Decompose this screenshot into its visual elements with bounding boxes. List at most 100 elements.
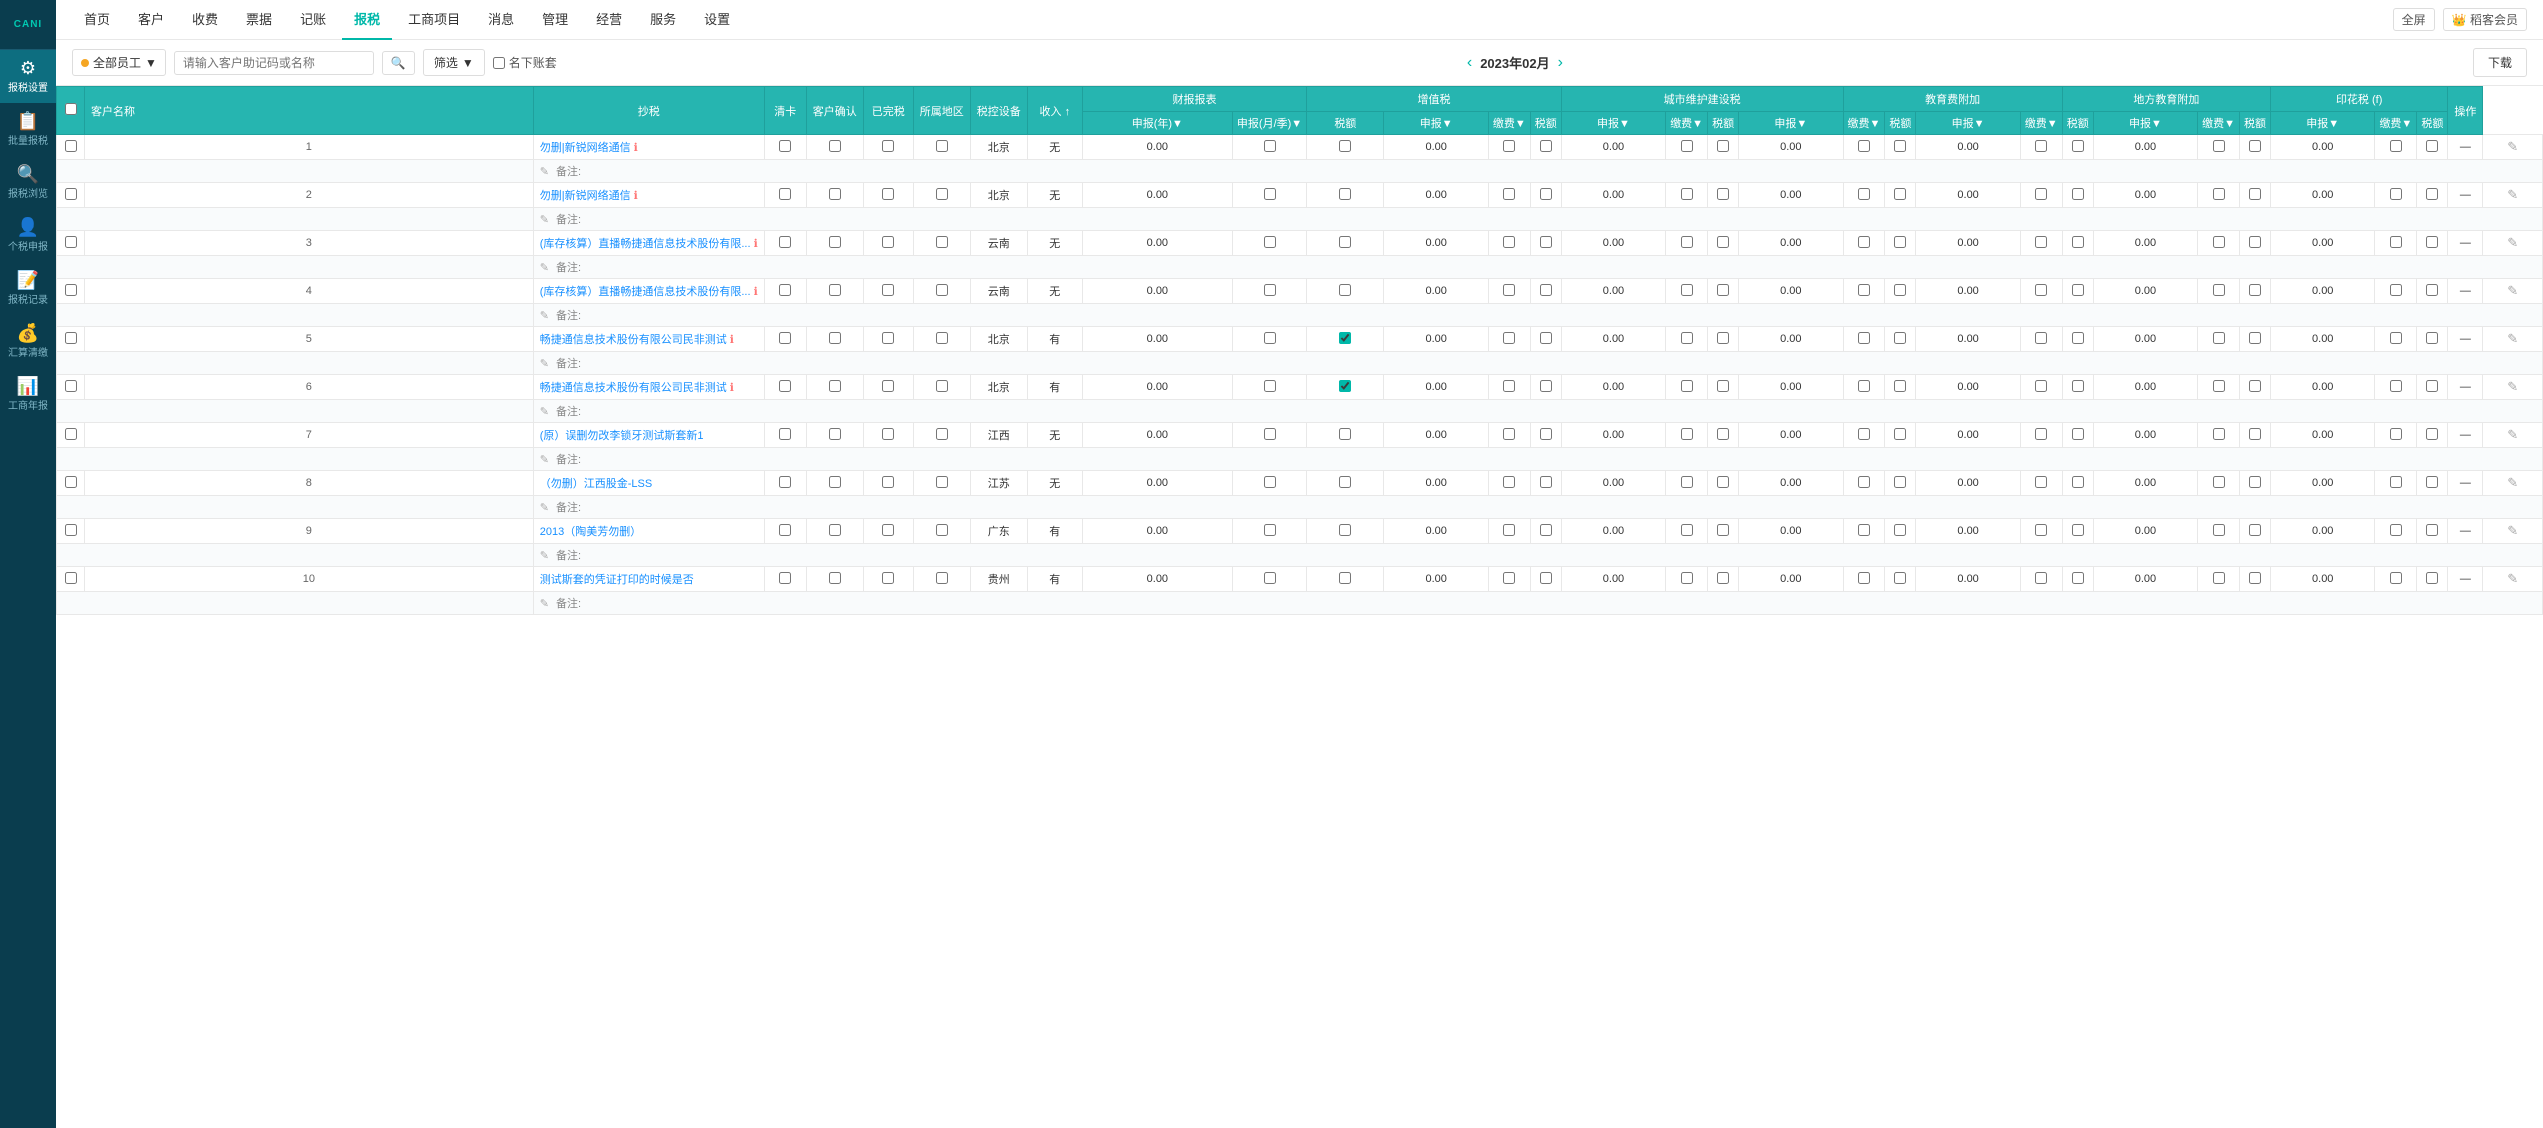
th-sub-caibao-year[interactable]: 申报(年)▼ [1082, 112, 1232, 135]
zz-sb-5-input[interactable] [1503, 380, 1515, 392]
jy-sb-0-input[interactable] [2035, 140, 2047, 152]
jy-jf2-7-input[interactable] [2072, 476, 2084, 488]
row-name-1[interactable]: 勿删|新锐网络通信 ℹ [533, 183, 764, 208]
edit-icon-9[interactable]: ✎ [2507, 571, 2518, 586]
row-name-0[interactable]: 勿删|新锐网络通信 ℹ [533, 135, 764, 160]
df-sb-2-input[interactable] [2213, 236, 2225, 248]
row-name-8[interactable]: 2013（陶美芳勿删） [533, 519, 764, 544]
nav-guanli[interactable]: 管理 [530, 0, 580, 40]
member-btn[interactable]: 👑 稻客会员 [2443, 8, 2527, 31]
cs-jf-6-input[interactable] [1717, 428, 1729, 440]
cs-sb-3-input[interactable] [1681, 284, 1693, 296]
caibao-month-cb-0[interactable] [1339, 140, 1351, 152]
qingka-3-input[interactable] [829, 284, 841, 296]
confirm-6-input[interactable] [882, 428, 894, 440]
th-sub-yh-jf[interactable]: 缴费▼ [2375, 112, 2417, 135]
chaoshui-7-input[interactable] [779, 476, 791, 488]
sidebar-item-gongnian[interactable]: 📊 工商年报 [0, 368, 56, 421]
edit-icon-8[interactable]: ✎ [2507, 523, 2518, 538]
jy-jf2-4-input[interactable] [2072, 332, 2084, 344]
edit-icon-0[interactable]: ✎ [2507, 139, 2518, 154]
cs-jf-5-input[interactable] [1717, 380, 1729, 392]
caibao-month-cb-3[interactable] [1339, 284, 1351, 296]
th-sub-jy-jf[interactable]: 缴费▼ [1843, 112, 1885, 135]
qingka-8-input[interactable] [829, 524, 841, 536]
qingka-2-input[interactable] [829, 236, 841, 248]
completed-5-input[interactable] [936, 380, 948, 392]
df-jf-4-input[interactable] [2249, 332, 2261, 344]
row-name-7[interactable]: （勿删）江西股金-LSS [533, 471, 764, 496]
zz-sb-1-input[interactable] [1503, 188, 1515, 200]
chaoshui-8-input[interactable] [779, 524, 791, 536]
qingka-0-input[interactable] [829, 140, 841, 152]
th-sub-jy-sb[interactable]: 申报▼ [1916, 112, 2020, 135]
df-sb-6-input[interactable] [2213, 428, 2225, 440]
confirm-9-input[interactable] [882, 572, 894, 584]
zz-sb-3-input[interactable] [1503, 284, 1515, 296]
nav-xiaoxi[interactable]: 消息 [476, 0, 526, 40]
yh-jf-7-input[interactable] [2426, 476, 2438, 488]
zz-sb-9-input[interactable] [1503, 572, 1515, 584]
nav-fuwu[interactable]: 服务 [638, 0, 688, 40]
prev-month-btn[interactable]: ‹ [1467, 54, 1472, 72]
zz-jf-4-input[interactable] [1540, 332, 1552, 344]
chaoshui-3-input[interactable] [779, 284, 791, 296]
jy-jf-3-input[interactable] [1894, 284, 1906, 296]
caibao-month-cb-6[interactable] [1339, 428, 1351, 440]
edit-icon-2[interactable]: ✎ [2507, 235, 2518, 250]
cs-sb-1-input[interactable] [1681, 188, 1693, 200]
cs-sb-5-input[interactable] [1681, 380, 1693, 392]
cs-sb2-2-input[interactable] [1858, 236, 1870, 248]
cs-sb-7-input[interactable] [1681, 476, 1693, 488]
df-sb-7-input[interactable] [2213, 476, 2225, 488]
th-sub-caibao-month[interactable]: 申报(月/季)▼ [1232, 112, 1306, 135]
df-sb-9-input[interactable] [2213, 572, 2225, 584]
jy-sb-6-input[interactable] [2035, 428, 2047, 440]
nav-piaoju[interactable]: 票据 [234, 0, 284, 40]
confirm-0-input[interactable] [882, 140, 894, 152]
df-jf-6-input[interactable] [2249, 428, 2261, 440]
nav-gongshang[interactable]: 工商项目 [396, 0, 472, 40]
nav-kehu[interactable]: 客户 [126, 0, 176, 40]
row-checkbox-0[interactable] [65, 140, 77, 152]
df-jf-7-input[interactable] [2249, 476, 2261, 488]
yh-sb-6-input[interactable] [2390, 428, 2402, 440]
caibao-year-6-input[interactable] [1264, 428, 1276, 440]
caibao-month-cb-1[interactable] [1339, 188, 1351, 200]
cs-sb-2-input[interactable] [1681, 236, 1693, 248]
chaoshui-9-input[interactable] [779, 572, 791, 584]
df-jf-5-input[interactable] [2249, 380, 2261, 392]
jy-sb-9-input[interactable] [2035, 572, 2047, 584]
cs-sb-6-input[interactable] [1681, 428, 1693, 440]
yh-sb-9-input[interactable] [2390, 572, 2402, 584]
caibao-month-cb-4[interactable] [1339, 332, 1351, 344]
cs-sb2-6-input[interactable] [1858, 428, 1870, 440]
caibao-year-1-input[interactable] [1264, 188, 1276, 200]
download-button[interactable]: 下载 [2473, 48, 2527, 77]
edit-icon-6[interactable]: ✎ [2507, 427, 2518, 442]
chaoshui-6-input[interactable] [779, 428, 791, 440]
cs-sb2-0-input[interactable] [1858, 140, 1870, 152]
yh-sb-1-input[interactable] [2390, 188, 2402, 200]
jy-sb-1-input[interactable] [2035, 188, 2047, 200]
completed-3-input[interactable] [936, 284, 948, 296]
named-account-checkbox[interactable] [493, 57, 505, 69]
employee-filter-select[interactable]: 全部员工 ▼ [72, 49, 166, 76]
completed-7-input[interactable] [936, 476, 948, 488]
cs-jf-0-input[interactable] [1717, 140, 1729, 152]
confirm-2-input[interactable] [882, 236, 894, 248]
cs-sb-9-input[interactable] [1681, 572, 1693, 584]
zz-sb-8-input[interactable] [1503, 524, 1515, 536]
cs-jf-9-input[interactable] [1717, 572, 1729, 584]
completed-4-input[interactable] [936, 332, 948, 344]
cs-sb2-3-input[interactable] [1858, 284, 1870, 296]
zz-jf-6-input[interactable] [1540, 428, 1552, 440]
cs-sb-4-input[interactable] [1681, 332, 1693, 344]
jy-sb-7-input[interactable] [2035, 476, 2047, 488]
caibao-year-8-input[interactable] [1264, 524, 1276, 536]
caibao-month-cb-2[interactable] [1339, 236, 1351, 248]
cs-sb-0-input[interactable] [1681, 140, 1693, 152]
jy-jf2-1-input[interactable] [2072, 188, 2084, 200]
df-jf-2-input[interactable] [2249, 236, 2261, 248]
completed-9-input[interactable] [936, 572, 948, 584]
